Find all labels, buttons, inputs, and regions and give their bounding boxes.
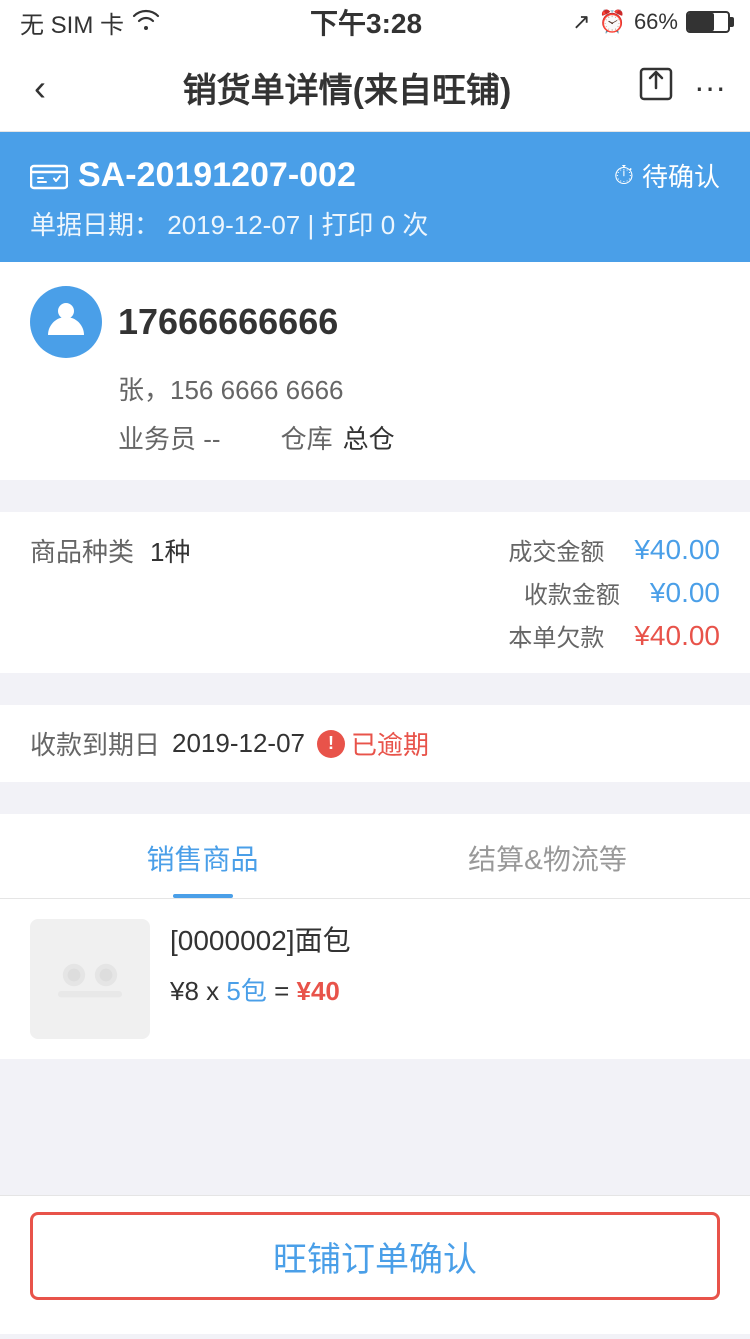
warehouse-label: 仓库: [281, 419, 333, 456]
clock-icon: ⏱: [614, 160, 634, 192]
product-total: ¥40: [296, 976, 339, 1006]
carrier-text: 无 SIM 卡: [20, 5, 124, 40]
deal-amount-value: ¥40.00: [634, 534, 720, 566]
product-info: [0000002]面包 ¥8 x 5包 = ¥40: [170, 919, 720, 1008]
share-icon[interactable]: [638, 66, 674, 110]
customer-section: 17666666666 张，156 6666 6666 业务员 -- 仓库 总仓: [0, 262, 750, 480]
product-section: [0000002]面包 ¥8 x 5包 = ¥40: [0, 899, 750, 1059]
due-amount-value: ¥40.00: [634, 620, 720, 652]
nav-bar: ‹ 销货单详情(来自旺铺) ···: [0, 44, 750, 132]
product-unit-price: ¥8 x: [170, 976, 226, 1006]
status-bar-left: 无 SIM 卡: [20, 5, 160, 40]
summary-section: 商品种类 1种 成交金额 ¥40.00 收款金额 ¥0.00 本单欠款 ¥40.…: [0, 512, 750, 673]
deal-amount-label: 成交金额: [508, 532, 604, 567]
order-status: ⏱ 待确认: [614, 157, 720, 194]
sales-value-text: --: [203, 424, 220, 454]
due-amount-label: 本单欠款: [508, 618, 604, 653]
product-type-value: 1种: [150, 532, 190, 569]
received-amount-value: ¥0.00: [650, 577, 720, 609]
status-bar-time: 下午3:28: [310, 2, 422, 42]
tab-sales-products[interactable]: 销售商品: [30, 814, 375, 898]
product-equals: =: [267, 976, 297, 1006]
order-number: SA-20191207-002: [30, 156, 356, 195]
product-qty: 5包: [226, 976, 266, 1006]
due-label: 收款到期日: [30, 725, 160, 762]
overdue-warning-icon: !: [317, 730, 345, 758]
summary-left: 商品种类 1种: [30, 532, 190, 569]
avatar: [30, 286, 102, 358]
status-bar: 无 SIM 卡 下午3:28 ↗ ⏰ 66%: [0, 0, 750, 44]
product-name: [0000002]面包: [170, 919, 720, 959]
bottom-bar: 旺铺订单确认: [0, 1195, 750, 1334]
warehouse-value: 总仓: [343, 419, 395, 456]
alarm-icon: ⏰: [599, 9, 626, 35]
sales-label: 业务员: [118, 424, 196, 454]
battery-icon: [686, 11, 730, 33]
customer-meta: 业务员 -- 仓库 总仓: [118, 419, 720, 456]
location-icon: ↗: [572, 9, 590, 35]
tab-settlement[interactable]: 结算&物流等: [375, 814, 720, 898]
customer-phone: 17666666666: [118, 301, 338, 343]
order-header-card: SA-20191207-002 ⏱ 待确认 单据日期： 2019-12-07 |…: [0, 132, 750, 262]
battery-percent: 66%: [634, 9, 678, 35]
summary-right: 成交金额 ¥40.00 收款金额 ¥0.00 本单欠款 ¥40.00: [508, 532, 720, 653]
tab-section: 销售商品 结算&物流等: [0, 814, 750, 899]
overdue-badge: ! 已逾期: [317, 725, 429, 762]
confirm-order-button[interactable]: 旺铺订单确认: [30, 1212, 720, 1300]
more-icon[interactable]: ···: [694, 69, 726, 106]
nav-title: 销货单详情(来自旺铺): [56, 63, 638, 112]
product-type-label: 商品种类: [30, 532, 134, 569]
status-bar-right: ↗ ⏰ 66%: [572, 9, 730, 35]
order-date-line: 单据日期： 2019-12-07 | 打印 0 次: [30, 205, 720, 242]
divider-1: [0, 496, 750, 512]
divider-3: [0, 798, 750, 814]
due-date: 2019-12-07: [172, 728, 305, 759]
tab-bar: 销售商品 结算&物流等: [0, 814, 750, 898]
due-date-section: 收款到期日 2019-12-07 ! 已逾期: [0, 705, 750, 782]
nav-right: ···: [638, 66, 726, 110]
product-image: [30, 919, 150, 1039]
product-price: ¥8 x 5包 = ¥40: [170, 971, 720, 1008]
overdue-text: 已逾期: [351, 725, 429, 762]
avatar-icon: [44, 295, 88, 349]
divider-2: [0, 689, 750, 705]
wifi-icon: [132, 8, 160, 37]
back-button[interactable]: ‹: [24, 57, 56, 119]
customer-name: 张，156 6666 6666: [118, 370, 720, 407]
received-amount-label: 收款金额: [524, 575, 620, 610]
